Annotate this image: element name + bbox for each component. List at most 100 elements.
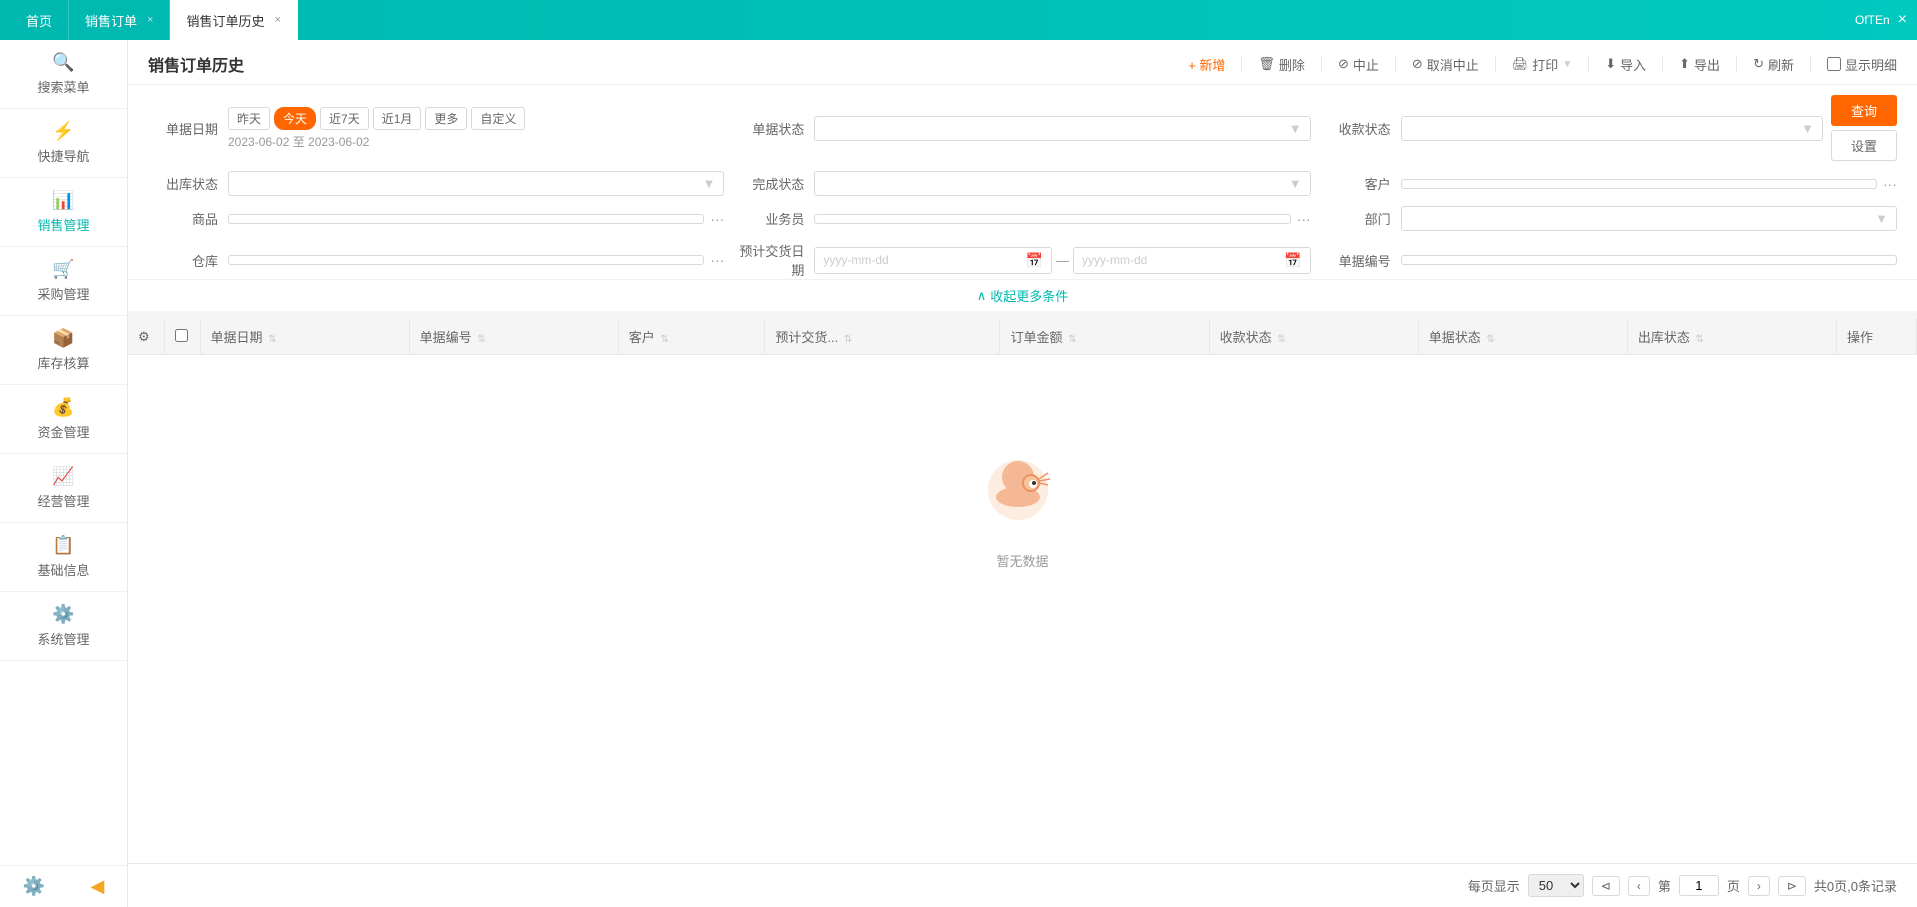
receipt-status-select[interactable]: ▼	[1401, 116, 1823, 141]
date-btn-custom[interactable]: 自定义	[471, 107, 525, 130]
cal-end-icon: 📅	[1284, 252, 1301, 269]
page-size-select[interactable]: 10 20 50 100	[1528, 874, 1584, 897]
sales-icon: 📊	[52, 190, 74, 211]
th-expected-delivery[interactable]: 预计交货... ⇅	[765, 319, 1000, 355]
warehouse-input[interactable]	[228, 255, 704, 265]
sidebar-collapse-icon[interactable]: ◀	[90, 876, 104, 897]
bill-status-select[interactable]: ▼	[814, 116, 1310, 141]
sidebar-label-inventory: 库存核算	[37, 353, 89, 372]
collapse-row[interactable]: ∧ 收起更多条件	[128, 279, 1917, 311]
date-btn-1month[interactable]: 近1月	[373, 107, 422, 130]
sidebar-item-sales[interactable]: 📊 销售管理	[0, 178, 127, 247]
complete-status-label: 完成状态	[734, 174, 814, 193]
new-btn[interactable]: + 新增	[1188, 55, 1225, 74]
th-date[interactable]: 单据日期 ⇅	[200, 319, 409, 355]
th-checkbox[interactable]	[164, 319, 200, 355]
sidebar-item-quick-nav[interactable]: ⚡ 快捷导航	[0, 109, 127, 178]
sidebar-item-search[interactable]: 🔍 搜索菜单	[0, 40, 127, 109]
close-tab-sales-history[interactable]: ×	[274, 14, 280, 26]
settings-btn[interactable]: 设置	[1831, 130, 1897, 161]
tab-home[interactable]: 首页	[10, 0, 69, 40]
query-btn[interactable]: 查询	[1831, 95, 1897, 126]
th-order-amount[interactable]: 订单金额 ⇅	[1000, 319, 1209, 355]
sidebar-item-inventory[interactable]: 📦 库存核算	[0, 316, 127, 385]
sidebar-label-sales: 销售管理	[37, 215, 89, 234]
empty-text: 暂无数据	[996, 551, 1048, 570]
next-page-btn[interactable]: ›	[1748, 876, 1770, 896]
prev-page-btn[interactable]: ‹	[1628, 876, 1650, 896]
th-bill-no[interactable]: 单据编号 ⇅	[409, 319, 618, 355]
filter-dept: 部门 ▼	[1321, 206, 1897, 231]
bill-no-input[interactable]	[1401, 255, 1897, 265]
import-btn[interactable]: ⬇ 导入	[1605, 55, 1646, 74]
quick-nav-icon: ⚡	[52, 121, 74, 142]
stop-btn[interactable]: ⊘ 中止	[1338, 55, 1379, 74]
customer-input[interactable]	[1401, 179, 1877, 189]
date-btn-more[interactable]: 更多	[425, 107, 467, 130]
empty-state: 暂无数据	[128, 355, 1917, 650]
top-bar: 首页 销售订单 × 销售订单历史 × OfTEn ×	[0, 0, 1917, 40]
page-number-input[interactable]	[1679, 875, 1719, 896]
select-all-checkbox[interactable]	[175, 329, 188, 342]
complete-status-select[interactable]: ▼	[814, 171, 1310, 196]
page-title: 销售订单历史	[148, 52, 244, 76]
window-close-btn[interactable]: ×	[1898, 11, 1907, 29]
salesperson-input[interactable]	[814, 214, 1290, 224]
expected-date-start[interactable]: yyyy-mm-dd 📅	[814, 247, 1052, 274]
topbar-right: OfTEn ×	[1855, 11, 1907, 29]
cancel-stop-btn[interactable]: ⊘ 取消中止	[1412, 55, 1479, 74]
tab-sales-order-history[interactable]: 销售订单历史 ×	[170, 0, 297, 40]
first-page-btn[interactable]: ⊲	[1592, 876, 1620, 896]
tab-sales-order[interactable]: 销售订单 ×	[69, 0, 170, 40]
settings-gear-icon[interactable]: ⚙	[138, 329, 150, 344]
sidebar-item-operations[interactable]: 📈 经营管理	[0, 454, 127, 523]
close-tab-sales-order[interactable]: ×	[147, 14, 153, 26]
sidebar-label-system: 系统管理	[37, 629, 89, 648]
date-btn-yesterday[interactable]: 昨天	[228, 107, 270, 130]
export-btn[interactable]: ⬆ 导出	[1679, 55, 1720, 74]
sidebar-item-finance[interactable]: 💰 资金管理	[0, 385, 127, 454]
th-bill-status[interactable]: 单据状态 ⇅	[1418, 319, 1627, 355]
expected-date-end[interactable]: yyyy-mm-dd 📅	[1073, 247, 1311, 274]
delete-btn[interactable]: 🗑 删除	[1258, 55, 1305, 74]
date-btn-7days[interactable]: 近7天	[320, 107, 369, 130]
goods-input[interactable]	[228, 214, 704, 224]
operations-icon: 📈	[52, 466, 74, 487]
sidebar-settings-icon[interactable]: ⚙️	[23, 876, 45, 897]
goods-more-btn[interactable]: ···	[710, 211, 724, 227]
date-btn-today[interactable]: 今天	[274, 107, 316, 130]
dept-label: 部门	[1321, 209, 1401, 228]
total-info: 共0页,0条记录	[1814, 876, 1897, 895]
th-customer[interactable]: 客户 ⇅	[618, 319, 765, 355]
filter-date: 单据日期 昨天 今天 近7天 近1月 更多 自定义 2023-06-02 至 2…	[148, 95, 724, 161]
customer-more-btn[interactable]: ···	[1883, 176, 1897, 192]
sidebar-item-basic-info[interactable]: 📋 基础信息	[0, 523, 127, 592]
th-out-status[interactable]: 出库状态 ⇅	[1627, 319, 1836, 355]
often-label: OfTEn	[1855, 13, 1890, 27]
receipt-status-chevron: ▼	[1801, 121, 1814, 136]
warehouse-more-btn[interactable]: ···	[710, 252, 724, 268]
warehouse-label: 仓库	[148, 251, 228, 270]
sort-delivery-icon: ⇅	[844, 334, 852, 345]
last-page-btn[interactable]: ⊳	[1778, 876, 1806, 896]
th-settings[interactable]: ⚙	[128, 319, 164, 355]
sort-bill-icon: ⇅	[1486, 334, 1494, 345]
filter-bill-status: 单据状态 ▼	[734, 95, 1310, 161]
tab-bar: 首页 销售订单 × 销售订单历史 ×	[10, 0, 1855, 40]
sidebar-item-purchase[interactable]: 🛒 采购管理	[0, 247, 127, 316]
out-status-label: 出库状态	[148, 174, 228, 193]
delete-icon: 🗑	[1258, 56, 1275, 72]
date-label: 单据日期	[148, 119, 228, 138]
sidebar-bottom: ⚙️ ◀	[0, 865, 127, 907]
print-btn[interactable]: 🖨 打印 ▼	[1512, 55, 1572, 74]
out-status-select[interactable]: ▼	[228, 171, 724, 196]
salesperson-more-btn[interactable]: ···	[1297, 211, 1311, 227]
sort-out-icon: ⇅	[1695, 334, 1703, 345]
sidebar-label-purchase: 采购管理	[37, 284, 89, 303]
dept-select[interactable]: ▼	[1401, 206, 1897, 231]
sort-amount-icon: ⇅	[1068, 334, 1076, 345]
sidebar-item-system[interactable]: ⚙️ 系统管理	[0, 592, 127, 661]
th-receipt-status[interactable]: 收款状态 ⇅	[1209, 319, 1418, 355]
refresh-btn[interactable]: ↻ 刷新	[1753, 55, 1794, 74]
display-detail-checkbox[interactable]	[1827, 57, 1841, 71]
